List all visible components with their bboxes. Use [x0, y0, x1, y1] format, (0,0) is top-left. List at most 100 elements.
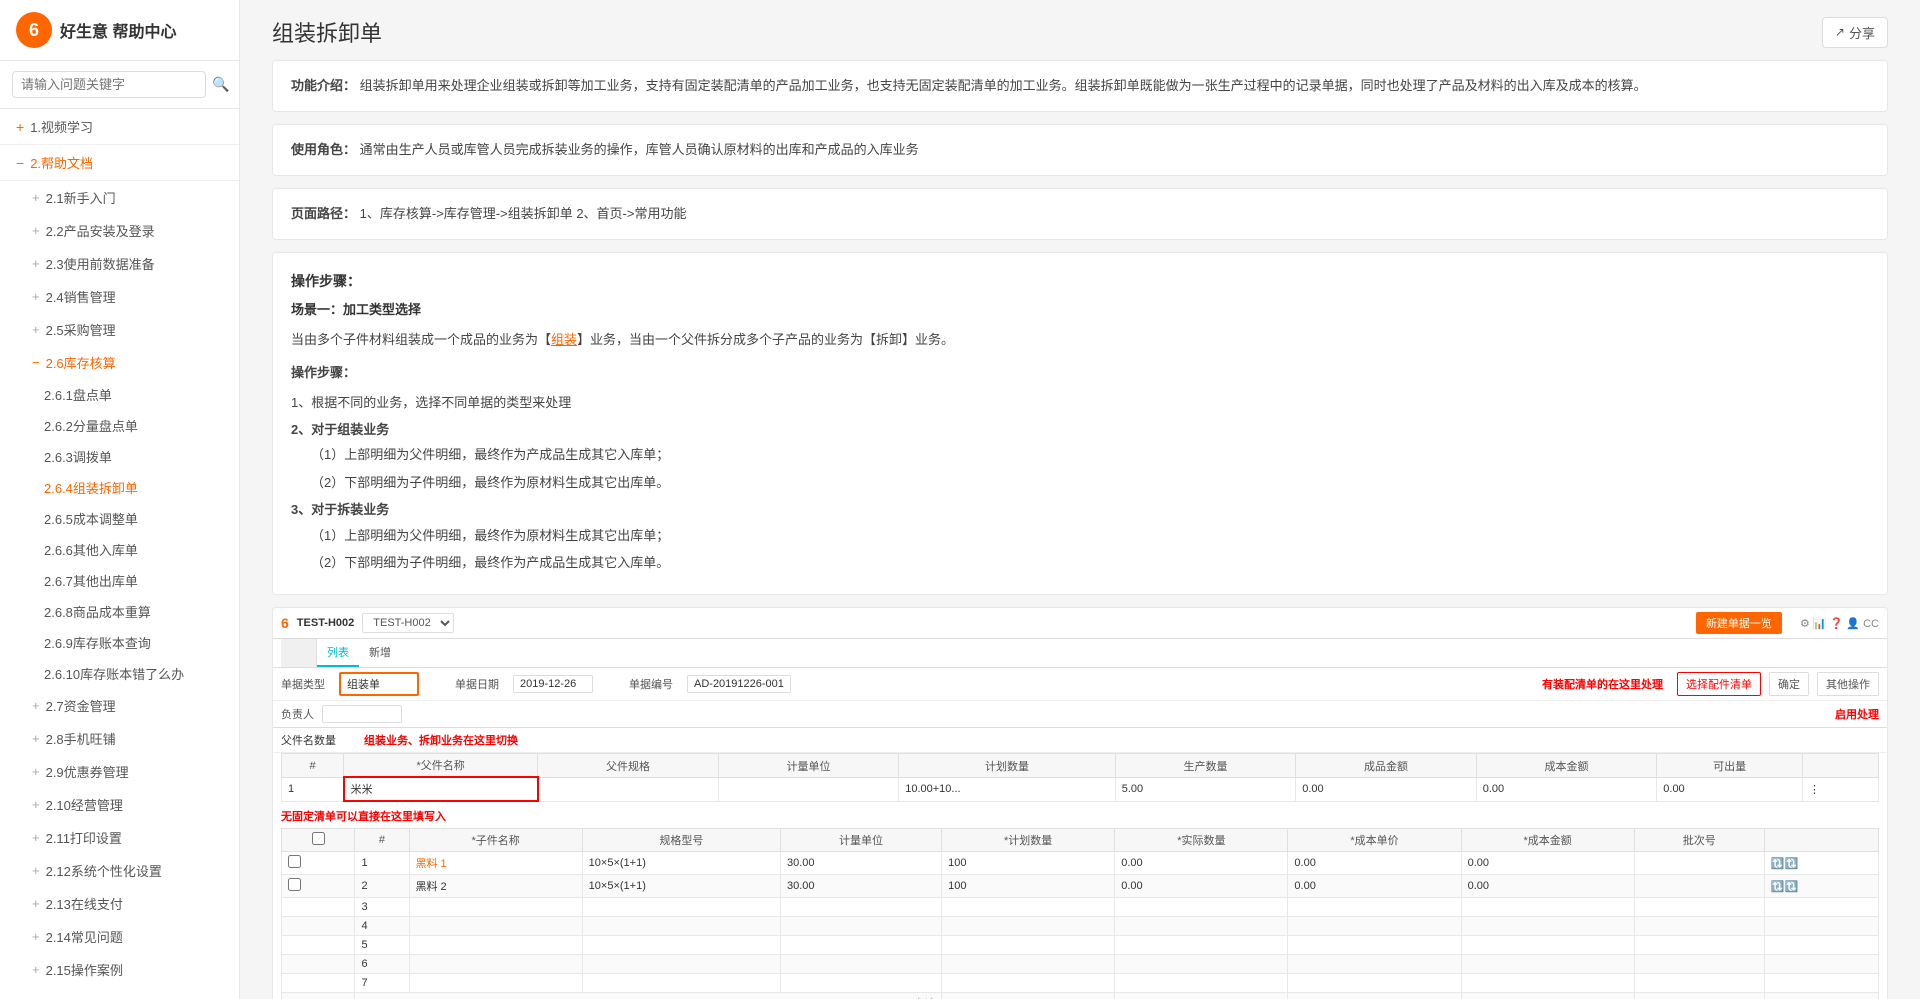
sidebar: 6 好生意 帮助中心 🔍 + 1.视频学习 − 2.帮助文档 + 2.1新手入门… — [0, 0, 240, 999]
sidebar-item-stocktake[interactable]: 2.6.1盘点单 — [0, 379, 239, 410]
row-checkbox[interactable] — [288, 878, 301, 891]
step2-2: （2）下部明细为子件明细，最终作为原材料生成其它出库单。 — [291, 471, 1869, 494]
upper-table-label: 父件名数量 — [281, 732, 336, 748]
type-toggle-row: 父件名数量 组装业务、拆卸业务在这里切换 — [273, 728, 1887, 753]
ltr-batch2 — [1634, 875, 1764, 898]
step2-1: （1）上部明细为父件明细，最终作为产成品生成其它入库单； — [291, 443, 1869, 466]
sidebar-sub-label: 2.13在线支付 — [46, 894, 123, 913]
sidebar-item-online-pay[interactable]: + 2.13在线支付 — [0, 887, 239, 920]
expand-sub-icon: + — [32, 223, 40, 238]
sidebar-item-data[interactable]: + 2.3使用前数据准备 — [0, 247, 239, 280]
sidebar-item-goods-cost[interactable]: 2.6.8商品成本重算 — [0, 596, 239, 627]
step3-1: （1）上部明细为父件明细，最终作为原材料生成其它出库单； — [291, 524, 1869, 547]
person-input[interactable] — [322, 705, 402, 723]
sidebar-item-install[interactable]: + 2.2产品安装及登录 — [0, 214, 239, 247]
sidebar-item-inventory[interactable]: − 2.6库存核算 — [0, 346, 239, 379]
lower-table-container: # *子件名称 规格型号 计量单位 *计划数量 *实际数量 *成本单价 *成本金… — [273, 828, 1887, 999]
row-checkbox[interactable] — [288, 855, 301, 868]
sidebar-item-cost-adjust[interactable]: 2.6.5成本调整单 — [0, 503, 239, 534]
app-icons: ⚙ 📊 ❓ 👤 CC — [1800, 617, 1879, 630]
ltr-plan: 100 — [942, 852, 1115, 875]
select-parts-btn[interactable]: 选择配件清单 — [1677, 672, 1761, 696]
sidebar-item-split-stocktake[interactable]: 2.6.2分量盘点单 — [0, 410, 239, 441]
th-prod-amt: 成品金额 — [1296, 754, 1477, 778]
sidebar-item-sales[interactable]: + 2.4销售管理 — [0, 280, 239, 313]
content-header: 组装拆卸单 ↗ 分享 — [240, 0, 1920, 60]
sidebar-header: 6 好生意 帮助中心 — [0, 0, 239, 61]
intro-label: 功能介绍： — [291, 78, 356, 93]
sidebar-item-newbie[interactable]: + 2.1新手入门 — [0, 181, 239, 214]
sidebar-item-custom[interactable]: + 2.12系统个性化设置 — [0, 854, 239, 887]
td-prod: 5.00 — [1115, 777, 1296, 801]
sidebar-item-fund[interactable]: + 2.7资金管理 — [0, 689, 239, 722]
sidebar-item-stock-query[interactable]: 2.6.9库存账本查询 — [0, 627, 239, 658]
other-btn[interactable]: 其他操作 — [1817, 672, 1879, 696]
annotation1-label: 有装配清单的在这里处理 — [1542, 676, 1663, 692]
ltr-no2: 2 — [355, 875, 409, 898]
mock-tab-new[interactable]: 新增 — [359, 639, 401, 667]
td-plan: 10.00+10... — [899, 777, 1115, 801]
sidebar-item-assembly[interactable]: 2.6.4组装拆卸单 — [0, 472, 239, 503]
form-no-value: AD-20191226-001 — [687, 675, 791, 693]
sidebar-item-coupon[interactable]: + 2.9优惠券管理 — [0, 755, 239, 788]
sidebar-toggle — [281, 639, 317, 667]
new-doc-btn[interactable]: 新建单据一览 — [1696, 612, 1782, 634]
scenario1-desc: 当由多个子件材料组装成一个成品的业务为【组装】业务，当由一个父件拆分成多个子产品… — [291, 328, 1869, 351]
sidebar-sub-label: 2.14常见问题 — [46, 927, 123, 946]
ltr-actual: 0.00 — [1115, 852, 1288, 875]
scenario1-label: 场景一：加工类型选择 — [291, 298, 1869, 321]
form-date-value[interactable]: 2019-12-26 — [513, 675, 593, 693]
ops-steps-label2: 操作步骤： — [291, 361, 1869, 384]
annotation4-row: 无固定清单可以直接在这里填写入 — [273, 806, 1887, 828]
sidebar-item-other-out[interactable]: 2.6.7其他出库单 — [0, 565, 239, 596]
totals-cost-p: 0.00 — [1288, 993, 1461, 999]
sidebar-item-mobile[interactable]: + 2.8手机旺铺 — [0, 722, 239, 755]
sidebar-item-other-in[interactable]: 2.6.6其他入库单 — [0, 534, 239, 565]
role-text: 通常由生产人员或库管人员完成拆装业务的操作，库管人员确认原材料的出库和产成品的入… — [360, 142, 919, 157]
confirm-btn[interactable]: 确定 — [1769, 672, 1809, 696]
screenshot-container: 6 TEST-H002 TEST-H002 新建单据一览 ⚙ 📊 ❓ 👤 CC … — [272, 607, 1888, 999]
lth-batch-no: 批次号 — [1634, 829, 1764, 852]
form-type-label: 单据类型 — [281, 676, 331, 692]
th-parent-name: *父件名称 — [344, 754, 538, 778]
share-button[interactable]: ↗ 分享 — [1822, 17, 1888, 48]
search-input[interactable] — [12, 71, 206, 98]
lth-child-unit: 计量单位 — [781, 829, 942, 852]
sidebar-item-docs[interactable]: − 2.帮助文档 — [0, 145, 239, 181]
sidebar-item-purchase[interactable]: + 2.5采购管理 — [0, 313, 239, 346]
td-act: ⋮ — [1802, 777, 1878, 801]
sidebar-item-adjust[interactable]: 2.6.3调拨单 — [0, 441, 239, 472]
sidebar-item-cases[interactable]: + 2.15操作案例 — [0, 953, 239, 986]
mock-tab-bar: 列表 新增 — [273, 639, 1887, 668]
mock-form-row1: 单据类型 组装单 单据日期 2019-12-26 单据编号 AD-2019122… — [273, 668, 1887, 701]
company-select[interactable]: TEST-H002 — [362, 613, 454, 633]
td-avail: 0.00 — [1657, 777, 1803, 801]
path-text: 1、库存核算->库存管理->组装拆卸单 2、首页->常用功能 — [360, 206, 687, 221]
lower-row-empty: 3 — [282, 898, 1879, 917]
td-spec — [538, 777, 719, 801]
form-type-value[interactable]: 组装单 — [339, 672, 419, 696]
sidebar-item-ops[interactable]: + 2.10经营管理 — [0, 788, 239, 821]
expand-sub-icon: + — [32, 256, 40, 271]
td-prod-amt: 0.00 — [1296, 777, 1477, 801]
assembly-link[interactable]: 组装 — [551, 332, 577, 347]
sidebar-item-video[interactable]: + 1.视频学习 — [0, 109, 239, 145]
sidebar-sub-label: 2.6库存核算 — [46, 353, 116, 372]
sidebar-item-print[interactable]: + 2.11打印设置 — [0, 821, 239, 854]
sidebar-sub-label: 2.12系统个性化设置 — [46, 861, 162, 880]
step3: 3、对于拆装业务 — [291, 498, 1869, 521]
sidebar-item-stock-error[interactable]: 2.6.10库存账本错了么办 — [0, 658, 239, 689]
sidebar-item-faq[interactable]: + 2.14常见问题 — [0, 920, 239, 953]
ltr-spec: 10×5×(1+1) — [582, 852, 780, 875]
lth-check — [282, 829, 355, 852]
ltr-name: 黑料 1 — [409, 852, 582, 875]
totals-actual: 0.00 — [1115, 993, 1288, 999]
mock-tab-list[interactable]: 列表 — [317, 639, 359, 667]
sidebar-sub-label: 2.2产品安装及登录 — [46, 221, 155, 240]
sidebar-sub-label: 2.15操作案例 — [46, 960, 123, 979]
select-all-checkbox[interactable] — [312, 832, 325, 845]
search-icon[interactable]: 🔍 — [212, 76, 229, 93]
step3-2: （2）下部明细为子件明细，最终作为产成品生成其它入库单。 — [291, 551, 1869, 574]
expand-sub-icon: + — [32, 896, 40, 911]
lth-no: # — [355, 829, 409, 852]
